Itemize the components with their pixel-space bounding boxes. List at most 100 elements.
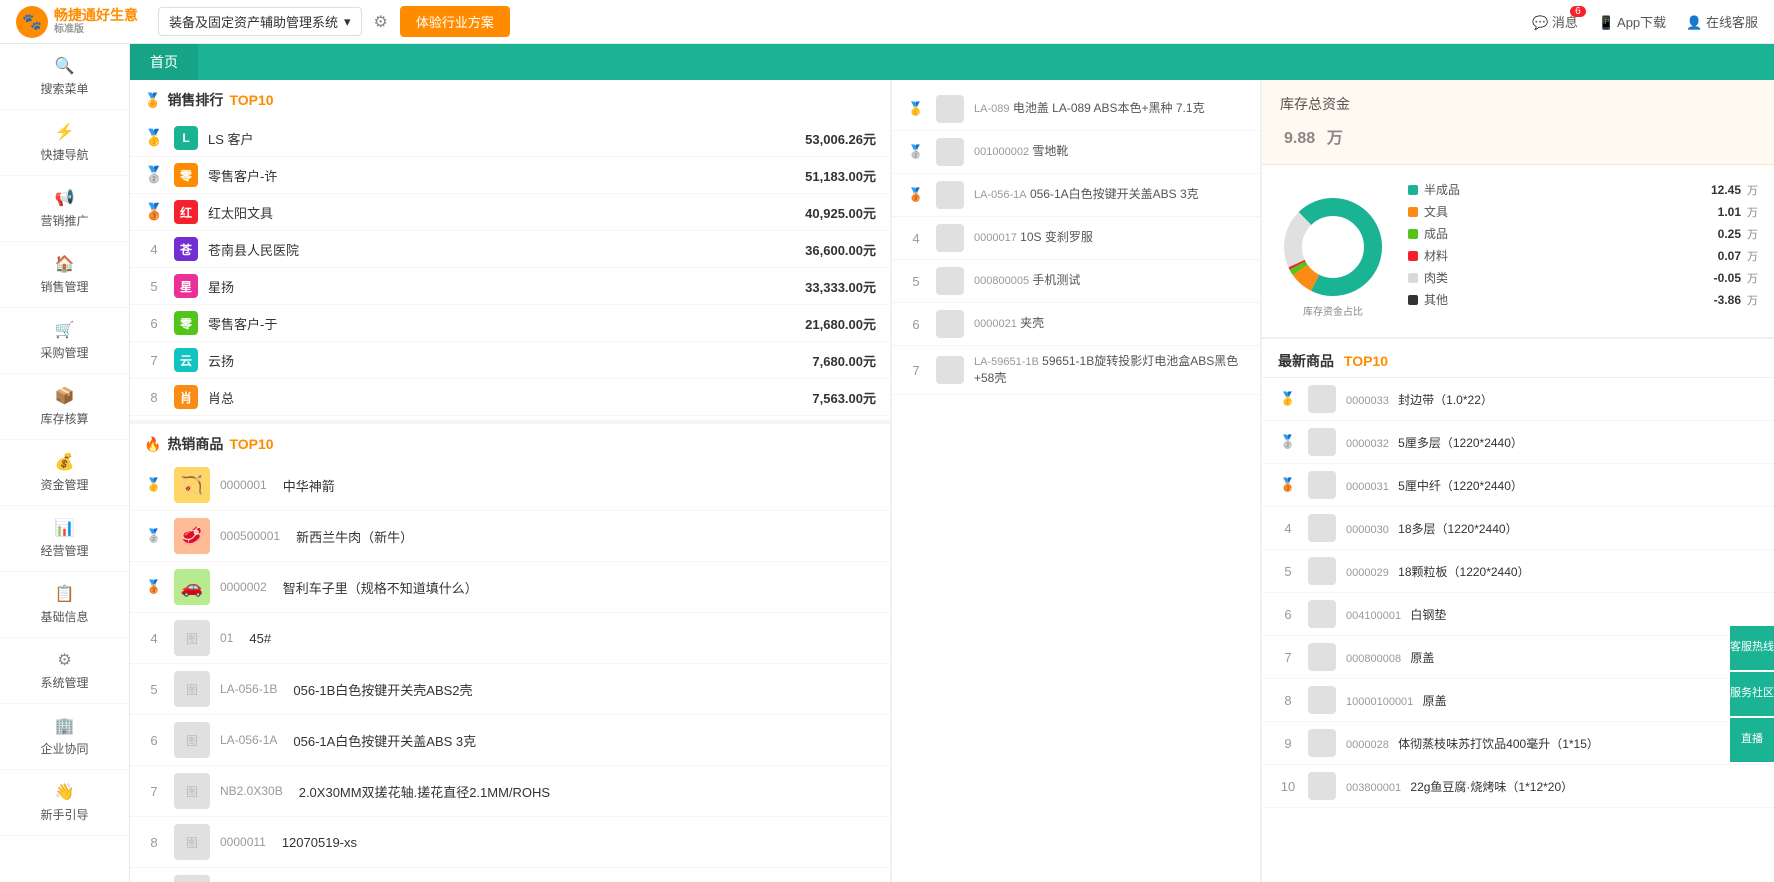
message-label: 消息: [1552, 15, 1578, 30]
product-image: 图: [174, 773, 210, 809]
table-row: 6 零 零售客户-于 21,680.00元: [130, 305, 890, 342]
list-item: 7 LA-59651-1B 59651-1B旋转投影灯电池盒ABS黑色+58壳: [892, 346, 1260, 395]
list-item: 4 图 01 45#: [130, 613, 890, 664]
table-row: 8 肖 肖总 7,563.00元: [130, 379, 890, 416]
table-row: 🥉 红 红太阳文具 40,925.00元: [130, 194, 890, 231]
product-image: 🥩: [174, 518, 210, 554]
service-icon: 👤: [1686, 15, 1702, 30]
avatar: 零: [174, 311, 198, 335]
donut-chart: [1278, 192, 1388, 302]
legend-item-2: 成品 0.25 万: [1408, 225, 1758, 242]
sidebar-item-operation[interactable]: 📊 经营管理: [0, 506, 129, 572]
sidebar-item-sales[interactable]: 🏠 销售管理: [0, 242, 129, 308]
list-item: 6 0000021 夹壳: [892, 303, 1260, 346]
page-tabs: 首页: [130, 44, 1774, 80]
search-label: 搜索菜单: [40, 80, 88, 97]
list-item: 🥇 🏹 0000001 中华神箭: [130, 460, 890, 511]
message-badge[interactable]: 💬 消息 6: [1532, 12, 1578, 31]
search-icon: 🔍: [55, 56, 75, 76]
list-item: 5 000800005 手机测试: [892, 260, 1260, 303]
main-layout: 🔍 搜索菜单 ⚡ 快捷导航 📢 营销推广 🏠 销售管理 🛒 采购管理 📦 库存核…: [0, 44, 1774, 882]
list-item: 7 000800008 原盖: [1262, 636, 1774, 679]
product-image: 图: [174, 722, 210, 758]
sales-rank-list: 🥇 L LS 客户 53,006.26元 🥈 零 零售客户-许 51,183.0…: [130, 116, 890, 420]
list-item: 🥈 🥩 000500001 新西兰牛肉（新牛）: [130, 511, 890, 562]
table-row: 🥈 零 零售客户-许 51,183.00元: [130, 157, 890, 194]
sidebar-item-inventory[interactable]: 📦 库存核算: [0, 374, 129, 440]
rank-medal-1: 🥇: [144, 128, 164, 148]
list-item: 4 0000030 18多层（1220*2440）: [1262, 507, 1774, 550]
dropdown-icon: ▾: [344, 14, 351, 30]
sidebar-item-basic[interactable]: 📋 基础信息: [0, 572, 129, 638]
sidebar-item-marketing[interactable]: 📢 营销推广: [0, 176, 129, 242]
list-item: 🥉 0000031 5厘中纤（1220*2440）: [1262, 464, 1774, 507]
hot-products-header: 🔥 热销商品 TOP10: [130, 424, 890, 460]
system-selector[interactable]: 装备及固定资产辅助管理系统 ▾: [158, 7, 362, 36]
sidebar-item-guide[interactable]: 👋 新手引导: [0, 770, 129, 836]
system-name: 装备及固定资产辅助管理系统: [169, 12, 338, 31]
online-service[interactable]: 👤 在线客服: [1686, 12, 1758, 31]
trial-button[interactable]: 体验行业方案: [400, 6, 510, 37]
legend-item-3: 材料 0.07 万: [1408, 247, 1758, 264]
product-thumb: [936, 224, 964, 252]
product-thumb: [1308, 772, 1336, 800]
logo-area: 🐾 畅捷通好生意 标准版: [16, 6, 146, 38]
main-content: 🏅 销售排行 TOP10 🥇 L LS 客户 53,006.26元 🥈: [130, 80, 1774, 882]
list-item: 6 图 LA-056-1A 056-1A白色按键开关盖ABS 3克: [130, 715, 890, 766]
tab-home[interactable]: 首页: [130, 44, 198, 80]
donut-chart-container: 库存资金占比: [1278, 192, 1388, 302]
sidebar-search[interactable]: 🔍 搜索菜单: [0, 44, 129, 110]
product-image: 图: [174, 671, 210, 707]
sidebar-item-corp[interactable]: 🏢 企业协同: [0, 704, 129, 770]
sidebar-item-finance[interactable]: 💰 资金管理: [0, 440, 129, 506]
customer-service-button[interactable]: 客服热线: [1730, 626, 1774, 670]
product-thumb: [1308, 600, 1336, 628]
product-thumb: [1308, 385, 1336, 413]
product-thumb: [936, 95, 964, 123]
product-thumb: [936, 181, 964, 209]
logo-text: 畅捷通好生意: [54, 7, 138, 24]
settings-icon[interactable]: ⚙: [374, 12, 388, 32]
table-row: 4 苍 苍南县人民医院 36,600.00元: [130, 231, 890, 268]
product-thumb: [1308, 471, 1336, 499]
product-thumb: [936, 267, 964, 295]
col-middle: 🥇 LA-089 电池盖 LA-089 ABS本色+黑种 7.1克 🥈: [890, 80, 1260, 882]
app-download[interactable]: 📱 App下载: [1598, 12, 1666, 31]
chart-label: 库存资金占比: [1303, 303, 1363, 318]
sidebar: 🔍 搜索菜单 ⚡ 快捷导航 📢 营销推广 🏠 销售管理 🛒 采购管理 📦 库存核…: [0, 44, 130, 882]
product-image: 🚗: [174, 569, 210, 605]
app-label: App下载: [1617, 15, 1666, 30]
avatar: 零: [174, 163, 198, 187]
col-left: 🏅 销售排行 TOP10 🥇 L LS 客户 53,006.26元 🥈: [130, 80, 890, 882]
latest-products-header: 最新商品 TOP10: [1262, 339, 1774, 378]
product-thumb: [1308, 557, 1336, 585]
product-thumb: [1308, 514, 1336, 542]
product-thumb: [1308, 686, 1336, 714]
direct-button[interactable]: 直播: [1730, 718, 1774, 762]
col-right: 库存总资金 9.88 万: [1260, 80, 1774, 882]
product-image: 图: [174, 875, 210, 882]
list-item: 6 004100001 白钢垫: [1262, 593, 1774, 636]
service-community-button[interactable]: 服务社区: [1730, 672, 1774, 716]
avatar: 云: [174, 348, 198, 372]
list-item: 🥇 LA-089 电池盖 LA-089 ABS本色+黑种 7.1克: [892, 88, 1260, 131]
sidebar-item-quick-nav[interactable]: ⚡ 快捷导航: [0, 110, 129, 176]
table-row: 5 星 星扬 33,333.00元: [130, 268, 890, 305]
header-right: 💬 消息 6 📱 App下载 👤 在线客服: [1532, 12, 1758, 31]
service-label: 在线客服: [1706, 15, 1758, 30]
table-row: 7 云 云扬 7,680.00元: [130, 342, 890, 379]
logo-sub: 标准版: [54, 24, 138, 36]
latest-products-section: 最新商品 TOP10 🥇 0000033 封边带（1.0*22） 🥈: [1262, 337, 1774, 808]
list-item: 9 0000028 体彻蒸枝味苏打饮品400毫升（1*15）: [1262, 722, 1774, 765]
sidebar-item-purchase[interactable]: 🛒 采购管理: [0, 308, 129, 374]
product-thumb: [936, 356, 964, 384]
legend-item-4: 肉类 -0.05 万: [1408, 269, 1758, 286]
list-item: 8 图 0000011 12070519-xs: [130, 817, 890, 868]
list-item: 5 0000029 18颗粒板（1220*2440）: [1262, 550, 1774, 593]
content-area: 首页 🏅 销售排行 TOP10 🥇 L: [130, 44, 1774, 882]
list-item: 5 图 LA-056-1B 056-1B白色按键开关壳ABS2壳: [130, 664, 890, 715]
list-item: 7 图 NB2.0X30B 2.0X30MM双搓花轴.搓花直径2.1MM/ROH…: [130, 766, 890, 817]
product-image: 图: [174, 824, 210, 860]
sidebar-item-system[interactable]: ⚙ 系统管理: [0, 638, 129, 704]
avatar: 苍: [174, 237, 198, 261]
